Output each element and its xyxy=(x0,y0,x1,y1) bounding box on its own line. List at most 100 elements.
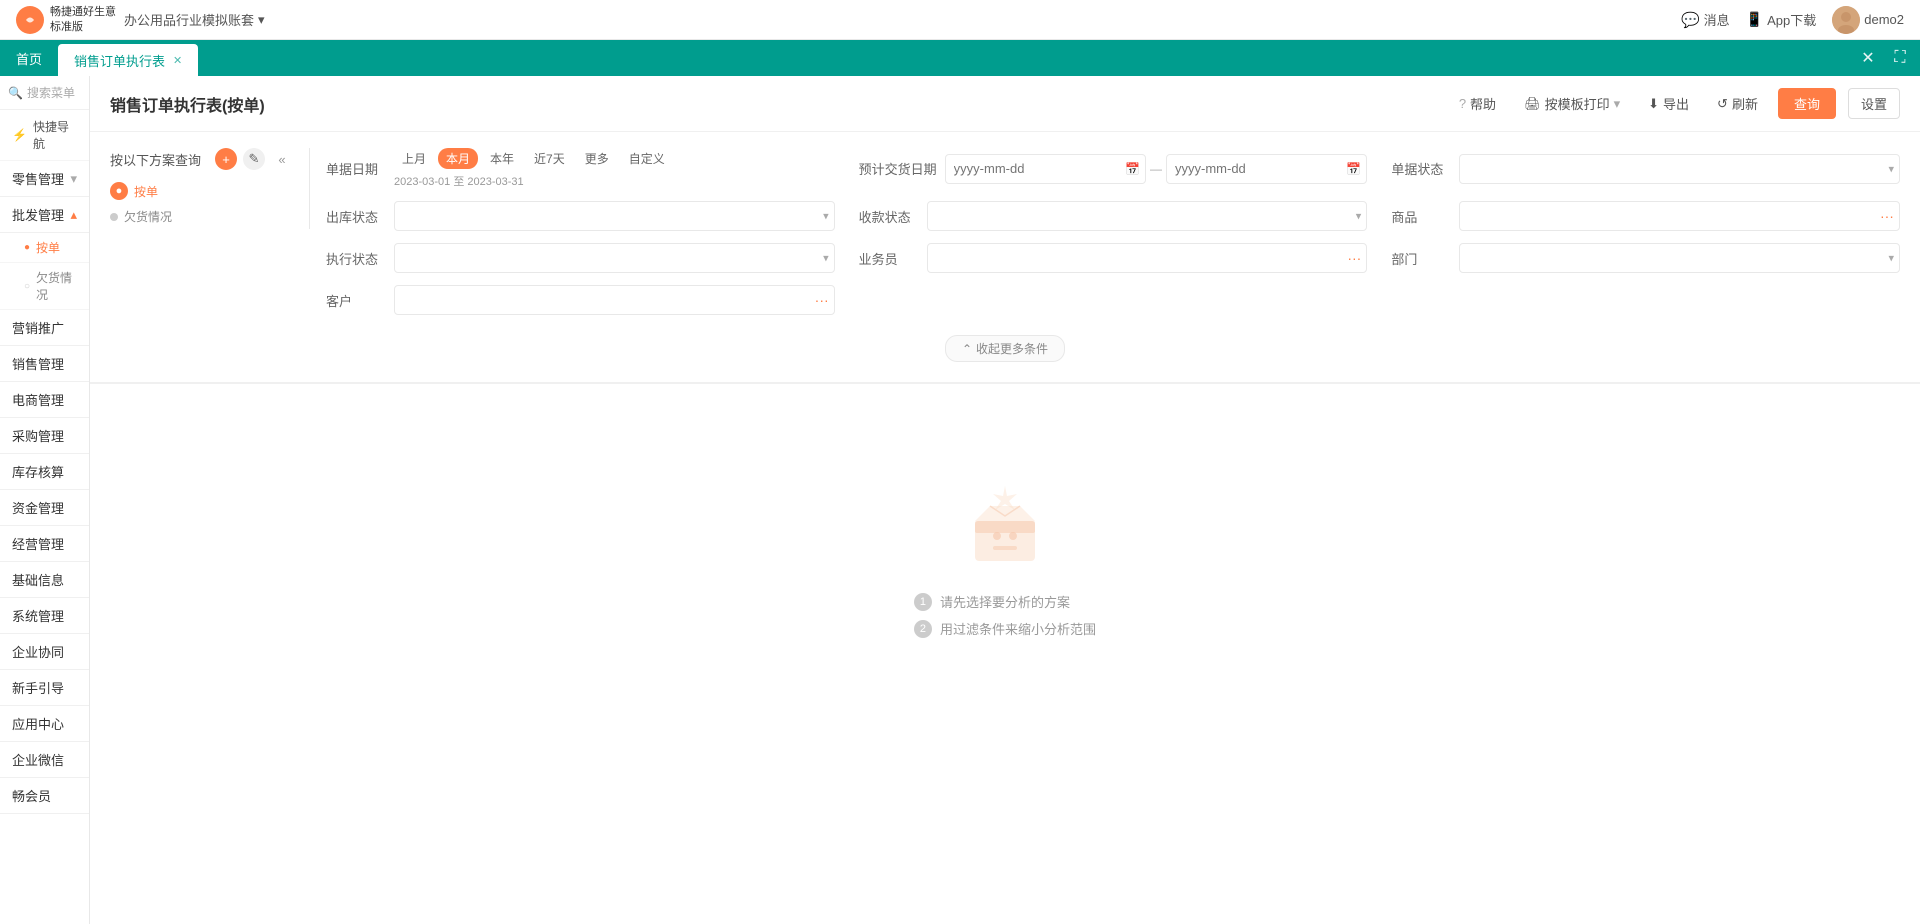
customer-control: ··· xyxy=(394,285,835,315)
sidebar-section-wholesale[interactable]: 批发管理 ▴ xyxy=(0,197,89,233)
date-tab-more[interactable]: 更多 xyxy=(577,148,617,169)
date-tab-thismonth[interactable]: 本月 xyxy=(438,148,478,169)
exec-status-select[interactable] xyxy=(394,243,835,273)
department-label: 部门 xyxy=(1391,249,1451,268)
basic-label: 基础信息 xyxy=(12,570,64,589)
sidebar-section-ecommerce[interactable]: 电商管理 xyxy=(0,382,89,418)
help-label: 帮助 xyxy=(1470,94,1496,113)
customer-label: 客户 xyxy=(326,291,386,310)
filter-right-panel: 单据日期 上月 本月 本年 近7天 更多 自定义 xyxy=(326,148,1900,315)
collapse-scheme-btn[interactable]: « xyxy=(271,148,293,170)
debt-dot xyxy=(110,213,118,221)
tip-num-1: 1 xyxy=(914,593,932,611)
order-status-select[interactable] xyxy=(1459,154,1900,184)
company-select[interactable]: 办公用品行业模拟账套 ▾ xyxy=(124,10,265,29)
order-scheme-label: 按单 xyxy=(134,183,158,200)
settings-button[interactable]: 设置 xyxy=(1848,88,1900,119)
sidebar-section-marketing[interactable]: 营销推广 xyxy=(0,310,89,346)
edit-scheme-btn[interactable]: ✎ xyxy=(243,148,265,170)
collapse-label: 收起更多条件 xyxy=(976,340,1048,357)
sidebar-section-corpwechat[interactable]: 企业微信 xyxy=(0,742,89,778)
sidebar-section-newuser[interactable]: 新手引导 xyxy=(0,670,89,706)
filter-item-goods: 商品 ··· xyxy=(1391,201,1900,231)
order-active-dot: ● xyxy=(110,182,128,200)
customer-input[interactable] xyxy=(394,285,835,315)
salesperson-dots-icon[interactable]: ··· xyxy=(1347,250,1361,266)
sidebar: 🔍 搜索菜单 ⚡ 快捷导航 零售管理 ▾ 批发管理 ▴ ● 按单 ○ 欠货情况 … xyxy=(0,76,90,924)
sidebar-section-finance[interactable]: 资金管理 xyxy=(0,490,89,526)
expected-date-start-input[interactable] xyxy=(945,154,1146,184)
refresh-button[interactable]: ↺ 刷新 xyxy=(1709,90,1766,117)
sidebar-sub-item-order[interactable]: ● 按单 xyxy=(0,233,89,263)
date-tab-thisyear[interactable]: 本年 xyxy=(482,148,522,169)
date-tab-lastmonth[interactable]: 上月 xyxy=(394,148,434,169)
user-area[interactable]: demo2 xyxy=(1832,6,1904,34)
sidebar-section-appcenter[interactable]: 应用中心 xyxy=(0,706,89,742)
tab-close-icon[interactable]: ✕ xyxy=(173,54,182,67)
sales-order-tab-label: 销售订单执行表 xyxy=(74,51,165,70)
message-button[interactable]: 💬 消息 xyxy=(1681,10,1730,29)
order-active-icon: ● xyxy=(24,242,30,253)
add-scheme-btn[interactable]: + xyxy=(215,148,237,170)
top-bar: 畅捷通好生意 标准版 办公用品行业模拟账套 ▾ 💬 消息 📱 App下载 xyxy=(0,0,1920,40)
goods-dots-icon[interactable]: ··· xyxy=(1880,208,1894,224)
avatar xyxy=(1832,6,1860,34)
goods-input[interactable] xyxy=(1459,201,1900,231)
scheme-item-order[interactable]: ● 按单 xyxy=(110,178,293,204)
purchase-label: 采购管理 xyxy=(12,426,64,445)
print-icon: 🖨 xyxy=(1524,96,1541,112)
filter-item-order-status: 单据状态 ▾ xyxy=(1391,148,1900,189)
department-control: ▾ xyxy=(1459,243,1900,273)
goods-control: ··· xyxy=(1459,201,1900,231)
marketing-label: 营销推广 xyxy=(12,318,64,337)
order-status-control: ▾ xyxy=(1459,154,1900,184)
filter-grid-row1: 单据日期 上月 本月 本年 近7天 更多 自定义 xyxy=(326,148,1900,189)
export-button[interactable]: ⬇ 导出 xyxy=(1640,90,1697,117)
collect-status-label: 收款状态 xyxy=(859,207,919,226)
out-status-select[interactable] xyxy=(394,201,835,231)
filter-item-expected-date: 预计交货日期 📅 — 📅 xyxy=(859,148,1368,189)
top-bar-right: 💬 消息 📱 App下载 demo2 xyxy=(1681,6,1904,34)
print-button[interactable]: 🖨 按模板打印 ▾ xyxy=(1516,90,1628,117)
sidebar-sub-item-debt[interactable]: ○ 欠货情况 xyxy=(0,263,89,310)
tab-sales-order[interactable]: 销售订单执行表 ✕ xyxy=(58,44,198,76)
sidebar-section-sales[interactable]: 销售管理 xyxy=(0,346,89,382)
collapse-button[interactable]: ⌃ 收起更多条件 xyxy=(945,335,1065,362)
collect-status-control: ▾ xyxy=(927,201,1368,231)
scheme-item-debt[interactable]: 欠货情况 xyxy=(110,204,293,229)
newuser-label: 新手引导 xyxy=(12,678,64,697)
print-dropdown-icon: ▾ xyxy=(1614,96,1621,112)
app-download-button[interactable]: 📱 App下载 xyxy=(1746,10,1817,29)
search-icon: 🔍 xyxy=(8,86,23,100)
help-button[interactable]: ? 帮助 xyxy=(1451,90,1504,117)
search-menu[interactable]: 🔍 搜索菜单 xyxy=(0,76,89,110)
sidebar-section-system[interactable]: 系统管理 xyxy=(0,598,89,634)
sidebar-section-basic[interactable]: 基础信息 xyxy=(0,562,89,598)
date-range-separator: — xyxy=(1150,162,1162,176)
filter-item-salesperson: 业务员 ··· xyxy=(859,243,1368,273)
expected-date-end-input[interactable] xyxy=(1166,154,1367,184)
sidebar-section-inventory[interactable]: 库存核算 xyxy=(0,454,89,490)
query-button[interactable]: 查询 xyxy=(1778,88,1836,119)
logo-area[interactable]: 畅捷通好生意 标准版 xyxy=(16,5,116,34)
tab-expand-icon[interactable]: ⛶ xyxy=(1888,46,1912,70)
salesperson-input[interactable] xyxy=(927,243,1368,273)
sidebar-section-purchase[interactable]: 采购管理 xyxy=(0,418,89,454)
sidebar-item-quick-nav[interactable]: ⚡ 快捷导航 xyxy=(0,110,89,161)
date-tab-custom[interactable]: 自定义 xyxy=(621,148,673,169)
customer-dots-icon[interactable]: ··· xyxy=(815,292,829,308)
sidebar-section-enterprise[interactable]: 企业协同 xyxy=(0,634,89,670)
retail-label: 零售管理 xyxy=(12,169,64,188)
sidebar-section-operation[interactable]: 经营管理 xyxy=(0,526,89,562)
logo-icon xyxy=(16,6,44,34)
appcenter-label: 应用中心 xyxy=(12,714,64,733)
tab-home[interactable]: 首页 xyxy=(0,40,58,76)
date-tab-7days[interactable]: 近7天 xyxy=(526,148,573,169)
sidebar-section-retail[interactable]: 零售管理 ▾ xyxy=(0,161,89,197)
collect-status-select[interactable] xyxy=(927,201,1368,231)
sidebar-section-vip[interactable]: 畅会员 xyxy=(0,778,89,814)
message-icon: 💬 xyxy=(1681,11,1700,29)
department-select[interactable] xyxy=(1459,243,1900,273)
tab-close-all-icon[interactable]: ✕ xyxy=(1856,46,1880,70)
tab-bar: 首页 销售订单执行表 ✕ ✕ ⛶ xyxy=(0,40,1920,76)
